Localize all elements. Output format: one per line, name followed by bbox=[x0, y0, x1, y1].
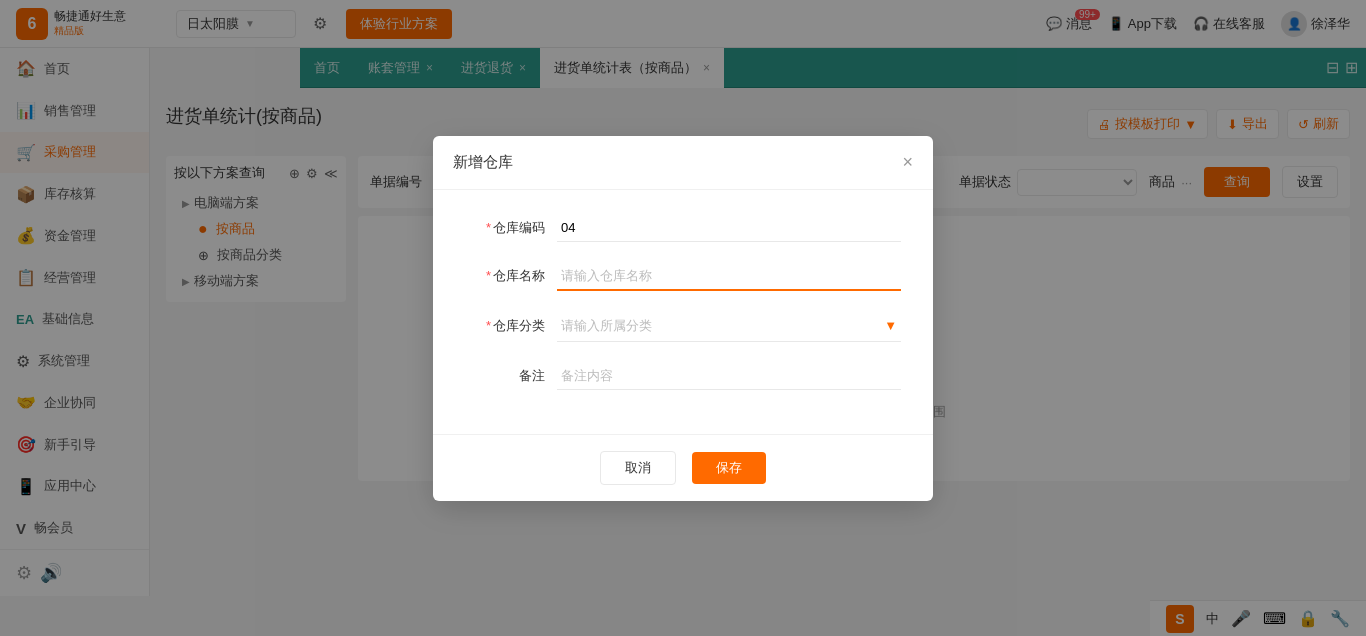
form-row-name: 仓库名称 bbox=[465, 262, 901, 291]
modal-title: 新增仓库 bbox=[453, 153, 513, 172]
name-label: 仓库名称 bbox=[465, 267, 545, 285]
modal-footer: 取消 保存 bbox=[433, 434, 933, 501]
category-label: 仓库分类 bbox=[465, 317, 545, 335]
note-input[interactable] bbox=[557, 362, 901, 390]
save-button[interactable]: 保存 bbox=[692, 452, 766, 484]
name-input[interactable] bbox=[557, 262, 901, 291]
category-select[interactable]: 请输入所属分类 ▼ bbox=[557, 311, 901, 342]
modal-add-warehouse: 新增仓库 × 仓库编码 仓库名称 仓库分类 请输入所属分类 ▼ bbox=[433, 136, 933, 501]
form-row-code: 仓库编码 bbox=[465, 214, 901, 242]
category-placeholder: 请输入所属分类 bbox=[561, 317, 652, 335]
category-chevron-icon: ▼ bbox=[884, 318, 897, 333]
modal-body: 仓库编码 仓库名称 仓库分类 请输入所属分类 ▼ 备注 bbox=[433, 190, 933, 434]
modal-close-button[interactable]: × bbox=[902, 152, 913, 173]
form-row-note: 备注 bbox=[465, 362, 901, 390]
modal-overlay[interactable]: 新增仓库 × 仓库编码 仓库名称 仓库分类 请输入所属分类 ▼ bbox=[0, 0, 1366, 596]
code-input[interactable] bbox=[557, 214, 901, 242]
modal-header: 新增仓库 × bbox=[433, 136, 933, 190]
form-row-category: 仓库分类 请输入所属分类 ▼ bbox=[465, 311, 901, 342]
code-label: 仓库编码 bbox=[465, 219, 545, 237]
note-label: 备注 bbox=[465, 367, 545, 385]
cancel-button[interactable]: 取消 bbox=[600, 451, 676, 485]
